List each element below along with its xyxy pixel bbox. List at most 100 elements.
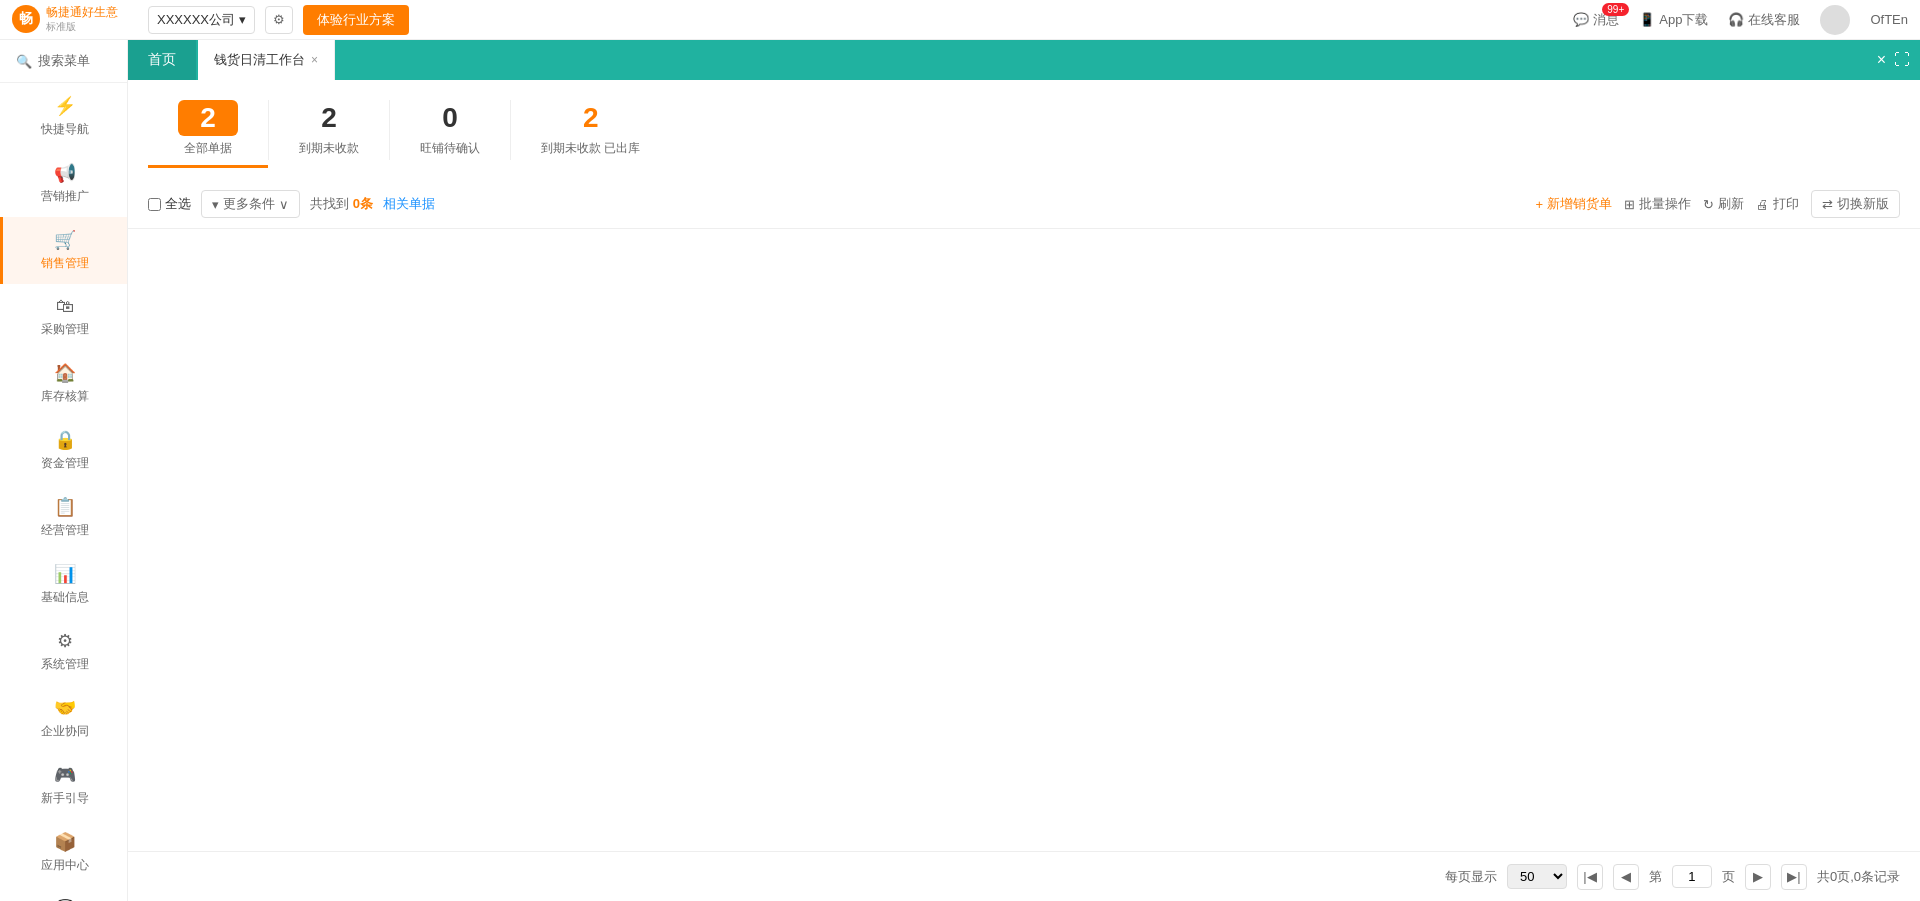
stat-tab-all[interactable]: 2 全部单据 <box>148 92 268 168</box>
sidebar-item-guide[interactable]: 🎮 新手引导 <box>0 752 127 819</box>
message-badge: 99+ <box>1602 3 1629 16</box>
chevron-down-icon: ▾ <box>239 12 246 27</box>
tab-label: 钱货日清工作台 <box>214 51 305 69</box>
tab-bar: 首页 钱货日清工作台 × × ⛶ <box>128 40 1920 80</box>
sales-icon: 🛒 <box>54 229 76 251</box>
search-menu-button[interactable]: 🔍 搜索菜单 <box>0 40 127 83</box>
select-all-checkbox[interactable]: 全选 <box>148 195 191 213</box>
company-name: XXXXXX公司 <box>157 11 235 29</box>
toolbar: 全选 ▾ 更多条件 ∨ 共找到 0条 相关单据 + <box>128 180 1920 229</box>
search-menu-label: 搜索菜单 <box>38 52 90 70</box>
print-button[interactable]: 🖨 打印 <box>1756 195 1799 213</box>
search-icon: 🔍 <box>16 54 32 69</box>
page-prefix-label: 第 <box>1649 868 1662 886</box>
add-label: 新增销货单 <box>1547 195 1612 213</box>
sidebar-item-wechat[interactable]: 💬 企业微信 <box>0 886 127 901</box>
print-label: 打印 <box>1773 195 1799 213</box>
tab-work-bench[interactable]: 钱货日清工作台 × <box>198 40 335 80</box>
stat-number-pending: 0 <box>420 100 480 136</box>
sidebar-item-label: 销售管理 <box>41 255 89 272</box>
stat-label-overdue: 到期未收款 <box>299 140 359 157</box>
filter-button[interactable]: ▾ 更多条件 ∨ <box>201 190 300 218</box>
app-icon: 📱 <box>1639 12 1655 27</box>
related-button[interactable]: 相关单据 <box>383 195 435 213</box>
first-page-button[interactable]: |◀ <box>1577 864 1603 890</box>
sidebar-item-finance[interactable]: 🔒 资金管理 <box>0 417 127 484</box>
last-page-button[interactable]: ▶| <box>1781 864 1807 890</box>
tab-close-button[interactable]: × <box>311 53 318 67</box>
enterprise-icon: 🤝 <box>54 697 76 719</box>
stat-tab-pending[interactable]: 0 旺铺待确认 <box>390 92 510 168</box>
stat-number-all: 2 <box>178 100 238 136</box>
logo-icon: 畅 <box>12 5 40 33</box>
sidebar-item-purchase[interactable]: 🛍 采购管理 <box>0 284 127 350</box>
page-size-select[interactable]: 50 100 200 <box>1507 864 1567 889</box>
page-suffix-label: 页 <box>1722 868 1735 886</box>
gear-icon: ⚙ <box>273 12 285 27</box>
next-page-button[interactable]: ▶ <box>1745 864 1771 890</box>
sidebar-item-enterprise[interactable]: 🤝 企业协同 <box>0 685 127 752</box>
page-number-input[interactable]: 1 <box>1672 865 1712 888</box>
add-sales-button[interactable]: + 新增销货单 <box>1535 195 1612 213</box>
switch-label: 切换新版 <box>1837 195 1889 213</box>
logo-area: 畅 畅捷通好生意 标准版 <box>12 5 118 33</box>
inventory-icon: 🏠 <box>54 362 76 384</box>
batch-label: 批量操作 <box>1639 195 1691 213</box>
sidebar-item-label: 采购管理 <box>41 321 89 338</box>
add-icon: + <box>1535 197 1543 212</box>
home-tab-label: 首页 <box>148 51 176 69</box>
online-service-label: 在线客服 <box>1748 11 1800 29</box>
sidebar-item-system[interactable]: ⚙ 系统管理 <box>0 618 127 685</box>
stat-tab-shipped[interactable]: 2 到期未收款 已出库 <box>511 92 670 168</box>
minimize-button[interactable]: × <box>1877 51 1886 69</box>
sidebar-item-operation[interactable]: 📋 经营管理 <box>0 484 127 551</box>
batch-button[interactable]: ⊞ 批量操作 <box>1624 195 1691 213</box>
logo-main-text: 畅捷通好生意 <box>46 5 118 19</box>
guide-icon: 🎮 <box>54 764 76 786</box>
app-download-button[interactable]: 📱 App下载 <box>1639 11 1708 29</box>
avatar[interactable] <box>1820 5 1850 35</box>
finance-icon: 🔒 <box>54 429 76 451</box>
user-name: OfTEn <box>1870 12 1908 27</box>
sidebar-item-sales[interactable]: 🛒 销售管理 <box>0 217 127 284</box>
stat-label-pending: 旺铺待确认 <box>420 140 480 157</box>
app-center-icon: 📦 <box>54 831 76 853</box>
company-selector[interactable]: XXXXXX公司 ▾ <box>148 6 255 34</box>
sidebar-item-basic-info[interactable]: 📊 基础信息 <box>0 551 127 618</box>
prev-page-button[interactable]: ◀ <box>1613 864 1639 890</box>
sidebar-item-inventory[interactable]: 🏠 库存核算 <box>0 350 127 417</box>
sidebar-item-label: 资金管理 <box>41 455 89 472</box>
sidebar-item-marketing[interactable]: 📢 营销推广 <box>0 150 127 217</box>
stat-tab-overdue[interactable]: 2 到期未收款 <box>269 92 389 168</box>
quick-nav-icon: ⚡ <box>54 95 76 117</box>
settings-button[interactable]: ⚙ <box>265 6 293 34</box>
experience-button[interactable]: 体验行业方案 <box>303 5 409 35</box>
select-all-label: 全选 <box>165 195 191 213</box>
switch-version-button[interactable]: ⇄ 切换新版 <box>1811 190 1900 218</box>
top-header: 畅 畅捷通好生意 标准版 XXXXXX公司 ▾ ⚙ 体验行业方案 💬 消息 99… <box>0 0 1920 40</box>
message-button[interactable]: 💬 消息 99+ <box>1573 11 1619 29</box>
maximize-button[interactable]: ⛶ <box>1894 51 1910 69</box>
header-left: 畅 畅捷通好生意 标准版 XXXXXX公司 ▾ ⚙ 体验行业方案 <box>12 5 409 35</box>
system-icon: ⚙ <box>57 630 73 652</box>
page-size-label: 每页显示 <box>1445 868 1497 886</box>
sidebar-item-quick-nav[interactable]: ⚡ 快捷导航 <box>0 83 127 150</box>
refresh-label: 刷新 <box>1718 195 1744 213</box>
online-service-button[interactable]: 🎧 在线客服 <box>1728 11 1800 29</box>
stat-number-overdue: 2 <box>299 100 359 136</box>
total-label: 共0页,0条记录 <box>1817 868 1900 886</box>
stat-label-all: 全部单据 <box>184 140 232 157</box>
pagination-bar: 每页显示 50 100 200 |◀ ◀ 第 1 页 ▶ ▶| 共0页,0条记录 <box>128 851 1920 901</box>
marketing-icon: 📢 <box>54 162 76 184</box>
select-all-input[interactable] <box>148 198 161 211</box>
stat-label-shipped: 到期未收款 已出库 <box>541 140 640 157</box>
operation-icon: 📋 <box>54 496 76 518</box>
batch-icon: ⊞ <box>1624 197 1635 212</box>
page-content: 2 全部单据 2 到期未收款 0 旺铺待确认 2 到期未收款 已出库 <box>128 80 1920 901</box>
tab-home[interactable]: 首页 <box>128 40 196 80</box>
toolbar-right: + 新增销货单 ⊞ 批量操作 ↻ 刷新 🖨 打印 <box>1535 190 1900 218</box>
table-area <box>128 229 1920 851</box>
headset-icon: 🎧 <box>1728 12 1744 27</box>
refresh-button[interactable]: ↻ 刷新 <box>1703 195 1744 213</box>
sidebar-item-app-center[interactable]: 📦 应用中心 <box>0 819 127 886</box>
